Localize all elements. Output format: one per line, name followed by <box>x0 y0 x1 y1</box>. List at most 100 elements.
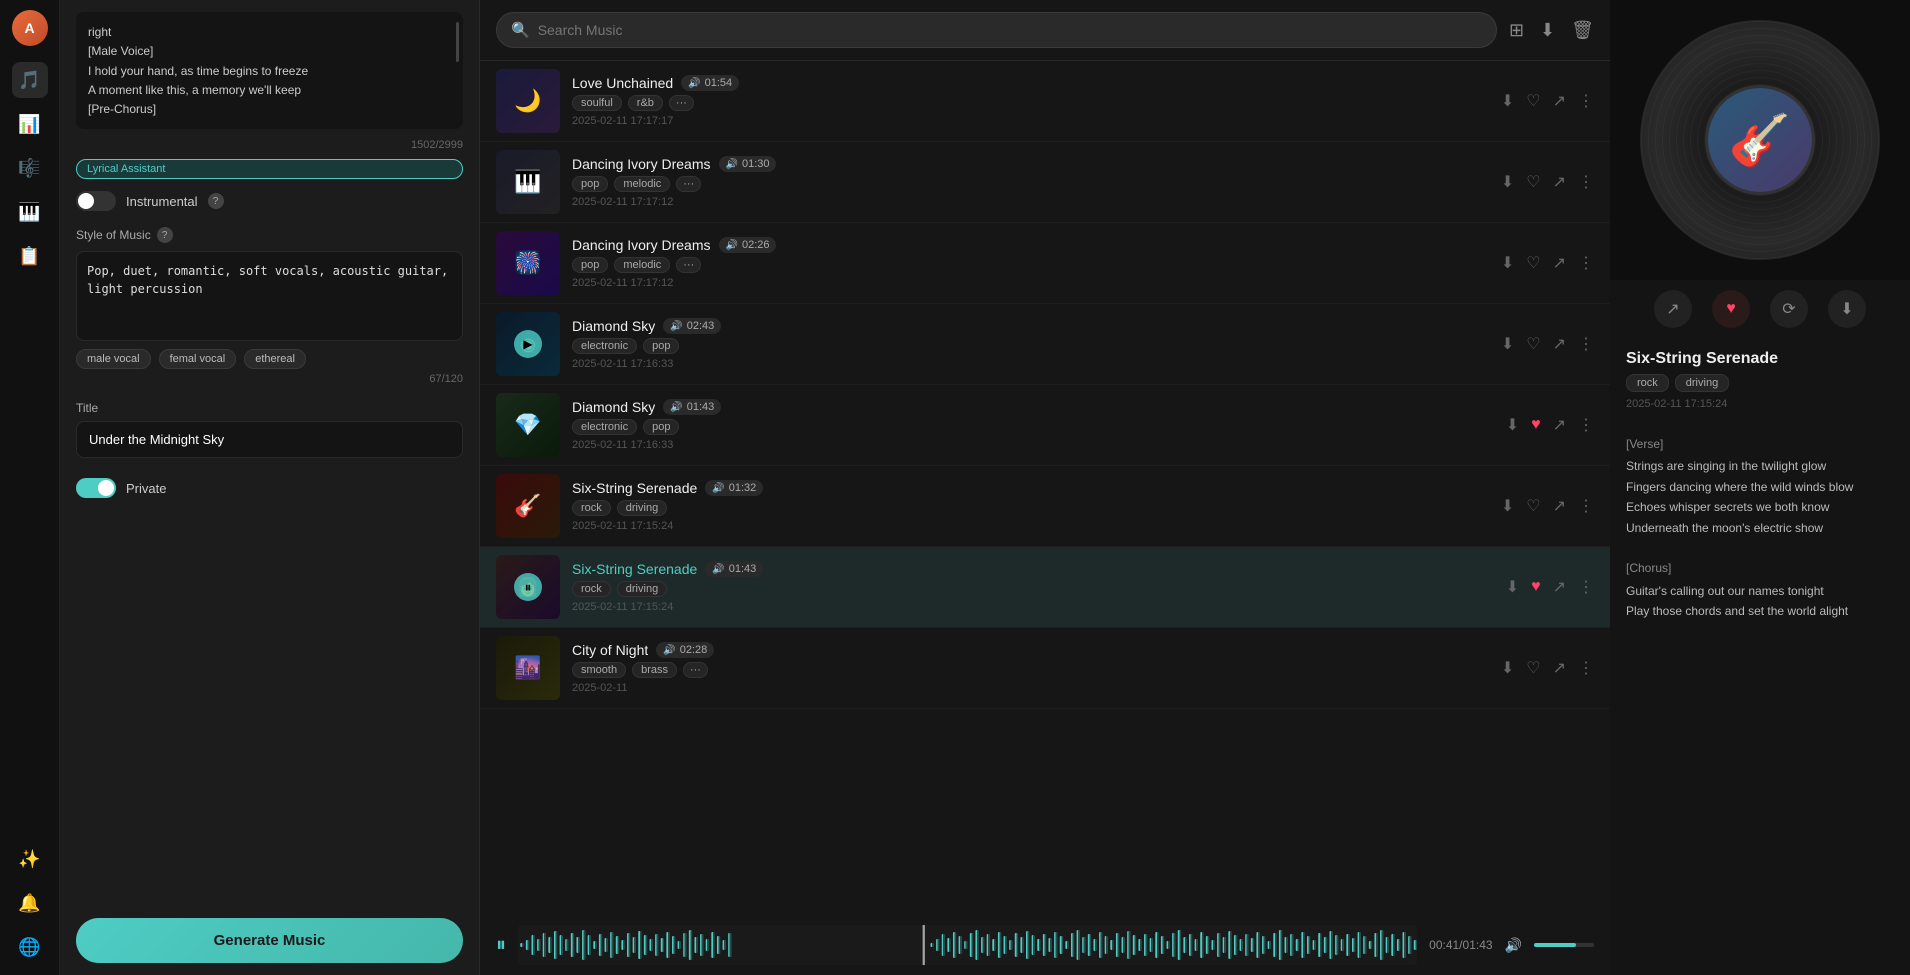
search-input[interactable] <box>538 22 1482 38</box>
sidebar-icon-list[interactable]: 📋 <box>12 238 48 274</box>
generate-button[interactable]: Generate Music <box>76 918 463 963</box>
style-help-icon[interactable]: ? <box>157 227 173 243</box>
download-2[interactable]: ⬇ <box>1501 172 1514 192</box>
right-remix-btn[interactable]: ⟳ <box>1770 290 1808 328</box>
private-label: Private <box>126 481 166 496</box>
share-8[interactable]: ↗ <box>1553 658 1566 678</box>
right-tag-driving: driving <box>1675 374 1729 392</box>
like-3[interactable]: ♡ <box>1526 253 1540 273</box>
share-2[interactable]: ↗ <box>1553 172 1566 192</box>
right-share-btn[interactable]: ↗ <box>1654 290 1692 328</box>
left-panel: right [Male Voice] I hold your hand, as … <box>60 0 480 975</box>
pause-button[interactable]: ⏸ <box>496 934 506 957</box>
share-1[interactable]: ↗ <box>1553 91 1566 111</box>
like-8[interactable]: ♡ <box>1526 658 1540 678</box>
instrumental-toggle[interactable] <box>76 191 116 211</box>
right-panel: 🎸 ↗ ♥ ⟳ ⬇ Six-String Serenade rock drivi… <box>1610 0 1910 975</box>
like-7[interactable]: ♥ <box>1531 578 1541 596</box>
volume-icon[interactable]: 🔊 <box>1505 937 1522 954</box>
verse-line-3: Echoes whisper secrets we both know <box>1626 497 1894 517</box>
toolbar-library-icon[interactable]: ⊞ <box>1509 20 1524 41</box>
toolbar-delete-icon[interactable]: 🗑 <box>1571 20 1594 41</box>
sidebar-icon-piano[interactable]: 🎹 <box>12 194 48 230</box>
share-3[interactable]: ↗ <box>1553 253 1566 273</box>
sidebar-icon-globe[interactable]: 🌐 <box>12 929 48 965</box>
private-toggle[interactable] <box>76 478 116 498</box>
artist-circle: 🎸 <box>1705 85 1815 195</box>
music-info-8: City of Night 🔊 02:28 smooth brass ··· 2… <box>572 642 1489 694</box>
music-item-2[interactable]: 🎹 Dancing Ivory Dreams 🔊 01:30 pop melod… <box>480 142 1610 223</box>
search-bar-row: 🔍 ⊞ ⬇ 🗑 <box>480 0 1610 61</box>
like-6[interactable]: ♡ <box>1526 496 1540 516</box>
more-6[interactable]: ⋮ <box>1578 496 1594 516</box>
download-4[interactable]: ⬇ <box>1501 334 1514 354</box>
style-input[interactable]: Pop, duet, romantic, soft vocals, acoust… <box>76 251 463 341</box>
download-3[interactable]: ⬇ <box>1501 253 1514 273</box>
like-1[interactable]: ♡ <box>1526 91 1540 111</box>
sidebar-icon-chart[interactable]: 📊 <box>12 106 48 142</box>
music-item-8[interactable]: 🌆 City of Night 🔊 02:28 smooth brass ···… <box>480 628 1610 709</box>
thumb-2: 🎹 <box>496 150 560 214</box>
sidebar-icon-music[interactable]: 🎵 <box>12 62 48 98</box>
volume-slider[interactable] <box>1534 943 1594 947</box>
download-5[interactable]: ⬇ <box>1506 415 1519 435</box>
more-2[interactable]: ⋮ <box>1578 172 1594 192</box>
volume-fill <box>1534 943 1576 947</box>
music-item-1[interactable]: 🌙 Love Unchained 🔊 01:54 soulful r&b ···… <box>480 61 1610 142</box>
pause-overlay-7[interactable]: ⏸ <box>514 573 542 601</box>
sidebar-icon-compose[interactable]: 🎼 <box>12 150 48 186</box>
more-1[interactable]: ⋮ <box>1578 91 1594 111</box>
actions-3: ⬇ ♡ ↗ ⋮ <box>1501 253 1594 273</box>
music-item-5[interactable]: 💎 Diamond Sky 🔊 01:43 electronic pop 202… <box>480 385 1610 466</box>
thumb-7: 👩 ⏸ <box>496 555 560 619</box>
download-6[interactable]: ⬇ <box>1501 496 1514 516</box>
toolbar-icons: ⊞ ⬇ 🗑 <box>1509 20 1594 41</box>
title-input[interactable] <box>76 421 463 458</box>
right-download-btn[interactable]: ⬇ <box>1828 290 1866 328</box>
more-5[interactable]: ⋮ <box>1578 415 1594 435</box>
share-7[interactable]: ↗ <box>1553 577 1566 597</box>
more-3[interactable]: ⋮ <box>1578 253 1594 273</box>
sidebar-icon-sparkle[interactable]: ✨ <box>12 841 48 877</box>
tag-ethereal[interactable]: ethereal <box>244 349 306 369</box>
verse-line-4: Underneath the moon's electric show <box>1626 518 1894 538</box>
share-4[interactable]: ↗ <box>1553 334 1566 354</box>
sidebar-icon-bell[interactable]: 🔔 <box>12 885 48 921</box>
right-like-btn[interactable]: ♥ <box>1712 290 1750 328</box>
share-6[interactable]: ↗ <box>1553 496 1566 516</box>
waveform-container[interactable] <box>518 925 1417 965</box>
right-tag-rock: rock <box>1626 374 1669 392</box>
download-1[interactable]: ⬇ <box>1501 91 1514 111</box>
music-item-3[interactable]: 🎆 Dancing Ivory Dreams 🔊 02:26 pop melod… <box>480 223 1610 304</box>
like-2[interactable]: ♡ <box>1526 172 1540 192</box>
more-8[interactable]: ⋮ <box>1578 658 1594 678</box>
instrumental-help-icon[interactable]: ? <box>208 193 224 209</box>
share-5[interactable]: ↗ <box>1553 415 1566 435</box>
duration-6: 🔊 01:32 <box>705 480 763 496</box>
music-name-2: Dancing Ivory Dreams <box>572 156 711 172</box>
actions-1: ⬇ ♡ ↗ ⋮ <box>1501 91 1594 111</box>
duration-2: 🔊 01:30 <box>719 156 777 172</box>
more-4[interactable]: ⋮ <box>1578 334 1594 354</box>
music-item-6[interactable]: 🎸 Six-String Serenade 🔊 01:32 rock drivi… <box>480 466 1610 547</box>
more-7[interactable]: ⋮ <box>1578 577 1594 597</box>
music-item-7[interactable]: 👩 ⏸ Six-String Serenade 🔊 01:43 rock dri… <box>480 547 1610 628</box>
search-box[interactable]: 🔍 <box>496 12 1497 48</box>
chorus-line-2: Play those chords and set the world alig… <box>1626 601 1894 621</box>
lyrical-assistant-badge[interactable]: Lyrical Assistant <box>76 159 463 179</box>
tag-male-vocal[interactable]: male vocal <box>76 349 151 369</box>
thumb-1: 🌙 <box>496 69 560 133</box>
like-5[interactable]: ♥ <box>1531 416 1541 434</box>
tag-female-vocal[interactable]: femal vocal <box>159 349 237 369</box>
avatar[interactable]: A <box>12 10 48 46</box>
music-item-4[interactable]: ◉ ▶ Diamond Sky 🔊 02:43 electronic pop 2… <box>480 304 1610 385</box>
title-section: Title <box>76 401 463 458</box>
right-action-row: ↗ ♥ ⟳ ⬇ <box>1610 280 1910 338</box>
download-7[interactable]: ⬇ <box>1506 577 1519 597</box>
music-name-8: City of Night <box>572 642 648 658</box>
download-8[interactable]: ⬇ <box>1501 658 1514 678</box>
duration-4: 🔊 02:43 <box>663 318 721 334</box>
duration-8: 🔊 02:28 <box>656 642 714 658</box>
toolbar-download-icon[interactable]: ⬇ <box>1540 20 1555 41</box>
like-4[interactable]: ♡ <box>1526 334 1540 354</box>
